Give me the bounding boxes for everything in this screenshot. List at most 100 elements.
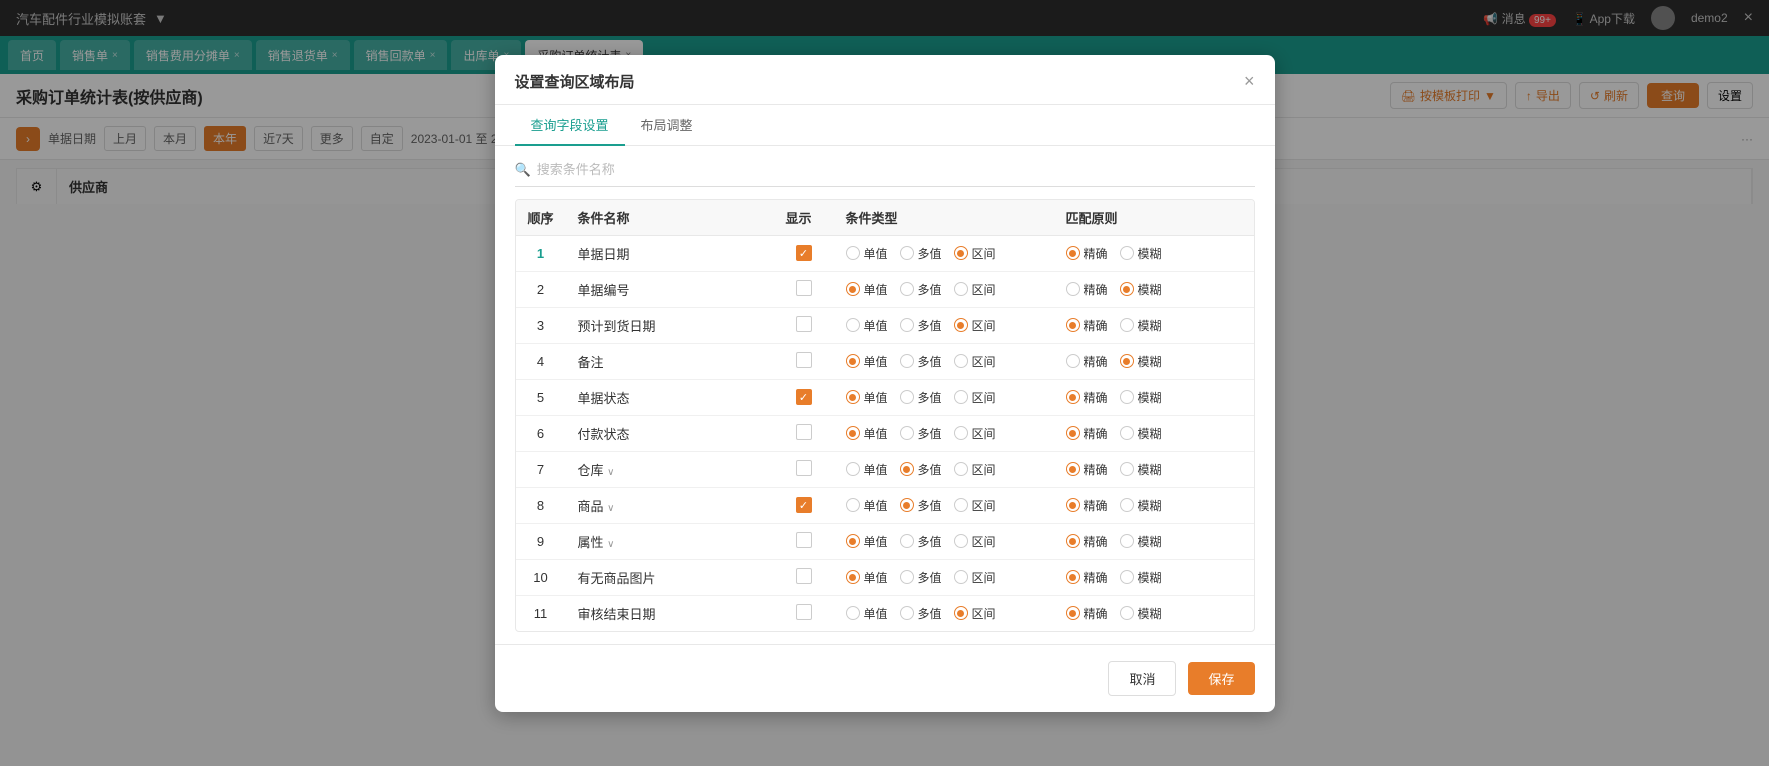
- checkbox-display-8[interactable]: [796, 497, 812, 513]
- cell-display-3[interactable]: [774, 307, 834, 343]
- checkbox-display-4[interactable]: [796, 352, 812, 368]
- radio-type-range-3[interactable]: 区间: [954, 317, 996, 334]
- cell-match-10: 精确模糊: [1054, 559, 1254, 595]
- modal-overlay: 设置查询区域布局 × 查询字段设置 布局调整 🔍: [0, 0, 1769, 766]
- radio-match-exact-4[interactable]: 精确: [1066, 353, 1108, 370]
- table-row: 5单据状态单值多值区间精确模糊: [516, 379, 1254, 415]
- radio-match-exact-5[interactable]: 精确: [1066, 389, 1108, 406]
- radio-type-single-8[interactable]: 单值: [846, 497, 888, 514]
- radio-type-range-7[interactable]: 区间: [954, 461, 996, 478]
- expand-icon[interactable]: ∨: [607, 539, 614, 550]
- radio-type-multi-10[interactable]: 多值: [900, 569, 942, 586]
- radio-match-exact-9[interactable]: 精确: [1066, 533, 1108, 550]
- search-input[interactable]: [537, 162, 1255, 177]
- checkbox-display-7[interactable]: [796, 460, 812, 476]
- cell-type-3: 单值多值区间: [834, 307, 1054, 343]
- cell-display-7[interactable]: [774, 451, 834, 487]
- checkbox-display-1[interactable]: [796, 245, 812, 261]
- radio-match-fuzzy-4[interactable]: 模糊: [1120, 353, 1162, 370]
- radio-type-single-2[interactable]: 单值: [846, 281, 888, 298]
- radio-type-single-11[interactable]: 单值: [846, 605, 888, 622]
- radio-type-multi-6[interactable]: 多值: [900, 425, 942, 442]
- checkbox-display-11[interactable]: [796, 604, 812, 620]
- radio-type-range-5[interactable]: 区间: [954, 389, 996, 406]
- radio-match-exact-8[interactable]: 精确: [1066, 497, 1108, 514]
- cell-display-10[interactable]: [774, 559, 834, 595]
- radio-match-fuzzy-1[interactable]: 模糊: [1120, 245, 1162, 262]
- cell-display-1[interactable]: [774, 235, 834, 271]
- th-type: 条件类型: [834, 200, 1054, 236]
- radio-type-multi-7[interactable]: 多值: [900, 461, 942, 478]
- radio-type-range-8[interactable]: 区间: [954, 497, 996, 514]
- radio-type-single-9[interactable]: 单值: [846, 533, 888, 550]
- checkbox-display-6[interactable]: [796, 424, 812, 440]
- radio-type-multi-5[interactable]: 多值: [900, 389, 942, 406]
- radio-type-range-9[interactable]: 区间: [954, 533, 996, 550]
- checkbox-display-3[interactable]: [796, 316, 812, 332]
- cell-display-9[interactable]: [774, 523, 834, 559]
- radio-match-exact-7[interactable]: 精确: [1066, 461, 1108, 478]
- table-row: 1单据日期单值多值区间精确模糊: [516, 235, 1254, 271]
- radio-match-fuzzy-6[interactable]: 模糊: [1120, 425, 1162, 442]
- modal-close-btn[interactable]: ×: [1244, 72, 1255, 90]
- tab-layout-adjust[interactable]: 布局调整: [625, 105, 709, 146]
- cell-display-2[interactable]: [774, 271, 834, 307]
- radio-match-exact-6[interactable]: 精确: [1066, 425, 1108, 442]
- radio-match-fuzzy-2[interactable]: 模糊: [1120, 281, 1162, 298]
- fields-table: 顺序 条件名称 显示 条件类型 匹配原则 1单据日期单值多值区间精确模糊2单据编…: [516, 200, 1254, 631]
- modal-search-bar: 🔍: [515, 162, 1255, 187]
- radio-type-range-11[interactable]: 区间: [954, 605, 996, 622]
- cell-display-8[interactable]: [774, 487, 834, 523]
- radio-match-exact-1[interactable]: 精确: [1066, 245, 1108, 262]
- tab-query-fields[interactable]: 查询字段设置: [515, 105, 625, 146]
- radio-type-single-7[interactable]: 单值: [846, 461, 888, 478]
- radio-type-multi-2[interactable]: 多值: [900, 281, 942, 298]
- checkbox-display-10[interactable]: [796, 568, 812, 584]
- cell-name-5: 单据状态: [566, 379, 774, 415]
- cell-display-4[interactable]: [774, 343, 834, 379]
- radio-type-single-3[interactable]: 单值: [846, 317, 888, 334]
- cell-display-11[interactable]: [774, 595, 834, 631]
- radio-match-fuzzy-3[interactable]: 模糊: [1120, 317, 1162, 334]
- radio-match-exact-10[interactable]: 精确: [1066, 569, 1108, 586]
- radio-type-single-10[interactable]: 单值: [846, 569, 888, 586]
- checkbox-display-2[interactable]: [796, 280, 812, 296]
- radio-match-fuzzy-9[interactable]: 模糊: [1120, 533, 1162, 550]
- radio-type-multi-8[interactable]: 多值: [900, 497, 942, 514]
- radio-match-fuzzy-11[interactable]: 模糊: [1120, 605, 1162, 622]
- radio-match-exact-3[interactable]: 精确: [1066, 317, 1108, 334]
- radio-match-fuzzy-5[interactable]: 模糊: [1120, 389, 1162, 406]
- radio-type-single-5[interactable]: 单值: [846, 389, 888, 406]
- radio-type-single-6[interactable]: 单值: [846, 425, 888, 442]
- radio-match-exact-11[interactable]: 精确: [1066, 605, 1108, 622]
- radio-type-multi-4[interactable]: 多值: [900, 353, 942, 370]
- checkbox-display-9[interactable]: [796, 532, 812, 548]
- radio-type-range-1[interactable]: 区间: [954, 245, 996, 262]
- modal-footer: 取消 保存: [495, 644, 1275, 712]
- radio-match-exact-2[interactable]: 精确: [1066, 281, 1108, 298]
- expand-icon[interactable]: ∨: [607, 467, 614, 478]
- radio-match-fuzzy-10[interactable]: 模糊: [1120, 569, 1162, 586]
- radio-type-multi-3[interactable]: 多值: [900, 317, 942, 334]
- radio-type-range-10[interactable]: 区间: [954, 569, 996, 586]
- cell-match-5: 精确模糊: [1054, 379, 1254, 415]
- radio-type-single-1[interactable]: 单值: [846, 245, 888, 262]
- radio-type-range-6[interactable]: 区间: [954, 425, 996, 442]
- table-row: 9属性 ∨单值多值区间精确模糊: [516, 523, 1254, 559]
- search-icon: 🔍: [515, 162, 531, 178]
- radio-match-fuzzy-7[interactable]: 模糊: [1120, 461, 1162, 478]
- radio-type-multi-1[interactable]: 多值: [900, 245, 942, 262]
- radio-match-fuzzy-8[interactable]: 模糊: [1120, 497, 1162, 514]
- table-row: 11审核结束日期单值多值区间精确模糊: [516, 595, 1254, 631]
- radio-type-multi-11[interactable]: 多值: [900, 605, 942, 622]
- expand-icon[interactable]: ∨: [607, 503, 614, 514]
- radio-type-range-4[interactable]: 区间: [954, 353, 996, 370]
- checkbox-display-5[interactable]: [796, 389, 812, 405]
- save-button[interactable]: 保存: [1188, 662, 1254, 695]
- radio-type-multi-9[interactable]: 多值: [900, 533, 942, 550]
- radio-type-range-2[interactable]: 区间: [954, 281, 996, 298]
- cell-display-5[interactable]: [774, 379, 834, 415]
- cell-display-6[interactable]: [774, 415, 834, 451]
- cancel-button[interactable]: 取消: [1108, 661, 1176, 696]
- radio-type-single-4[interactable]: 单值: [846, 353, 888, 370]
